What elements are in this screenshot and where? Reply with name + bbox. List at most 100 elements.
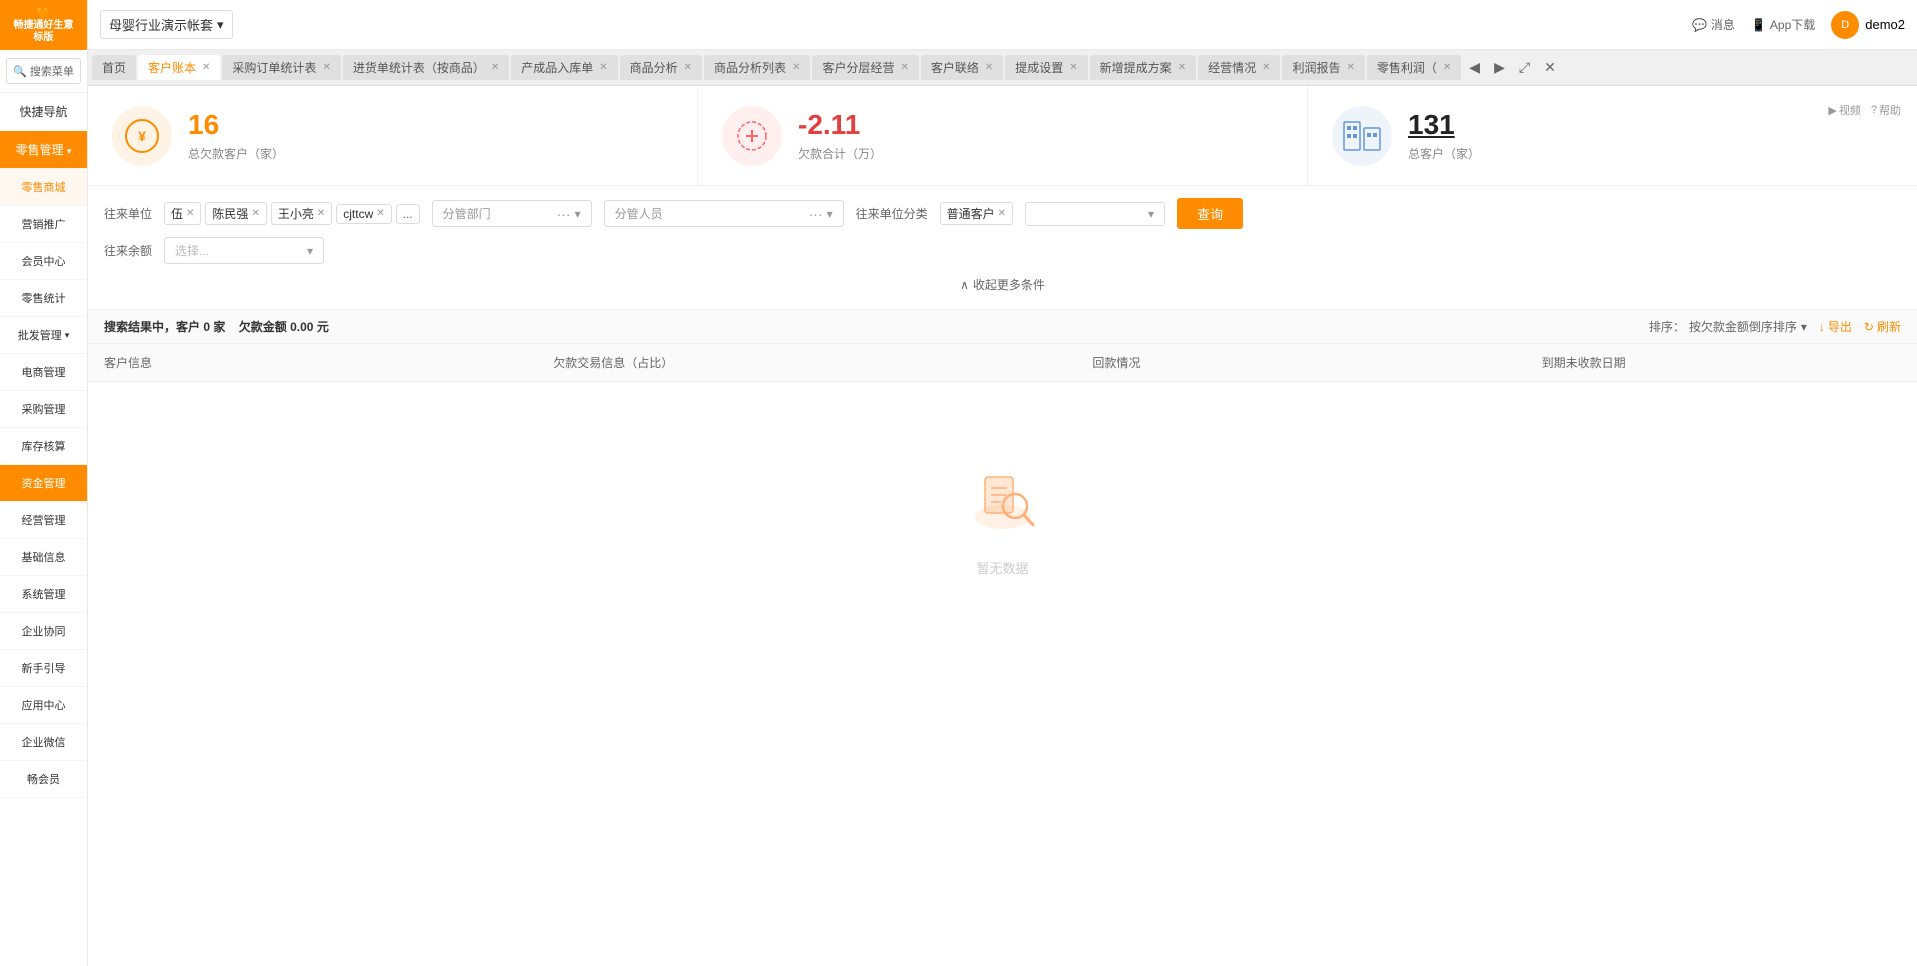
- sidebar-item-newbie[interactable]: 新手引导: [0, 650, 87, 687]
- sidebar-item-purchase[interactable]: 采购管理: [0, 391, 87, 428]
- sidebar-item-marketing[interactable]: 营销推广: [0, 206, 87, 243]
- filter-balance-label: 往来余额: [104, 242, 152, 259]
- export-icon: ↓: [1819, 320, 1825, 334]
- sidebar-item-basic[interactable]: 基础信息: [0, 539, 87, 576]
- tab-close-all[interactable]: ✕: [1538, 59, 1562, 76]
- balance-selector[interactable]: 选择... ▾: [164, 237, 324, 264]
- export-button[interactable]: ↓ 导出: [1819, 318, 1852, 335]
- search-menu-button[interactable]: 🔍 搜索菜单: [6, 58, 81, 84]
- remove-tag-wangxiaoliang[interactable]: ✕: [317, 208, 325, 219]
- close-icon[interactable]: ✕: [1262, 62, 1270, 73]
- close-icon[interactable]: ✕: [599, 62, 607, 73]
- sidebar-item-wechat[interactable]: 企业微信: [0, 724, 87, 761]
- filter-tag-chenminqiang: 陈民强 ✕: [205, 202, 266, 225]
- tab-goods-analysis[interactable]: 商品分析 ✕: [620, 55, 702, 80]
- tab-home[interactable]: 首页: [92, 55, 136, 80]
- sidebar-item-member2[interactable]: 畅会员: [0, 761, 87, 798]
- close-icon[interactable]: ✕: [491, 62, 499, 73]
- message-button[interactable]: 💬 消息: [1692, 16, 1735, 33]
- empty-state: 暂无数据: [88, 382, 1917, 657]
- tab-customer-seg[interactable]: 客户分层经营 ✕: [812, 55, 918, 80]
- stat-icon-total-customers: [1332, 106, 1392, 166]
- remove-tag-wu[interactable]: ✕: [186, 208, 194, 219]
- filter-category-label: 往来单位分类: [856, 205, 928, 222]
- person-expand-icon: ···: [809, 206, 823, 222]
- collapse-area: ∧ 收起更多条件: [104, 272, 1901, 297]
- sidebar-item-member[interactable]: 会员中心: [0, 243, 87, 280]
- table-header: 客户信息 欠款交易信息（占比） 回款情况 到期未收款日期: [88, 344, 1917, 382]
- refresh-button[interactable]: ↻ 刷新: [1864, 318, 1901, 335]
- tab-raise-setting[interactable]: 提成设置 ✕: [1005, 55, 1087, 80]
- sidebar-item-operation[interactable]: 经营管理: [0, 502, 87, 539]
- tabbar: 首页 客户账本 ✕ 采购订单统计表 ✕ 进货单统计表（按商品） ✕ 产成品入库单…: [88, 50, 1917, 86]
- sidebar-item-system[interactable]: 系统管理: [0, 576, 87, 613]
- close-icon[interactable]: ✕: [202, 62, 210, 73]
- app-download-button[interactable]: 📱 App下载: [1751, 16, 1815, 33]
- topbar-right: 💬 消息 📱 App下载 D demo2: [1692, 11, 1905, 39]
- dept-selector[interactable]: 分管部门 ··· ▾: [432, 200, 592, 227]
- collapse-button[interactable]: ∧ 收起更多条件: [948, 272, 1057, 297]
- sidebar-item-finance[interactable]: 资金管理: [0, 465, 87, 502]
- tab-customer-contact[interactable]: 客户联络 ✕: [921, 55, 1003, 80]
- tab-purchase-order[interactable]: 采购订单统计表 ✕: [222, 55, 340, 80]
- video-icon: ▶: [1828, 104, 1836, 117]
- sidebar-item-ecom[interactable]: 电商管理: [0, 354, 87, 391]
- stat-info-total-customers: 131 总客户（家）: [1408, 109, 1480, 162]
- close-icon[interactable]: ✕: [985, 62, 993, 73]
- close-icon[interactable]: ✕: [322, 62, 330, 73]
- close-icon[interactable]: ✕: [684, 62, 692, 73]
- tab-scroll-left[interactable]: ◀: [1463, 59, 1486, 76]
- sidebar-item-retail[interactable]: 零售管理 ▾: [0, 131, 87, 169]
- tab-retail-profit[interactable]: 零售利润（ ✕: [1367, 55, 1461, 80]
- sidebar-item-batch[interactable]: 批发管理▾: [0, 317, 87, 354]
- close-icon[interactable]: ✕: [1443, 62, 1451, 73]
- remove-tag-chenminqiang[interactable]: ✕: [251, 208, 259, 219]
- tab-operation[interactable]: 经营情况 ✕: [1198, 55, 1280, 80]
- tab-customer-ledger[interactable]: 客户账本 ✕: [138, 55, 220, 80]
- company-selector[interactable]: 母婴行业演示帐套 ▾: [100, 10, 233, 39]
- sidebar-item-inventory[interactable]: 库存核算: [0, 428, 87, 465]
- close-icon[interactable]: ✕: [1347, 62, 1355, 73]
- sort-selector[interactable]: 排序： 按欠款金额倒序排序 ▾: [1649, 318, 1807, 335]
- stat-info-debt: 16 总欠款客户（家）: [188, 109, 284, 162]
- tab-new-raise[interactable]: 新增提成方案 ✕: [1090, 55, 1196, 80]
- tab-goods-analysis-list[interactable]: 商品分析列表 ✕: [704, 55, 810, 80]
- sidebar-item-retail-stat[interactable]: 零售统计: [0, 280, 87, 317]
- sidebar-item-corp[interactable]: 企业协同: [0, 613, 87, 650]
- message-icon: 💬: [1692, 18, 1707, 32]
- tab-stock-stat[interactable]: 进货单统计表（按商品） ✕: [343, 55, 509, 80]
- chevron-down-icon: ▾: [1148, 207, 1154, 221]
- filter-area: 往来单位 伍 ✕ 陈民强 ✕ 王小亮 ✕ cjttcw: [88, 186, 1917, 310]
- stat-card-total-debt: -2.11 欠款合计（万）: [698, 86, 1308, 185]
- tab-cost-in[interactable]: 产成品入库单 ✕: [511, 55, 617, 80]
- filter-tag-cjttcw: cjttcw ✕: [336, 204, 391, 224]
- sidebar-item-quick-nav[interactable]: 快捷导航: [0, 93, 87, 131]
- remove-tag-common-customer[interactable]: ✕: [998, 208, 1006, 219]
- result-info: 搜索结果中，客户 0 家 欠款金额 0.00 元: [104, 318, 329, 335]
- stat-label-total-debt: 欠款合计（万）: [798, 145, 882, 162]
- user-profile[interactable]: D demo2: [1831, 11, 1905, 39]
- text-help-button[interactable]: ? 帮助: [1871, 102, 1901, 118]
- category-selector[interactable]: ▾: [1025, 202, 1165, 226]
- tab-maximize[interactable]: ⤢: [1513, 59, 1536, 76]
- chevron-down-icon: ▾: [65, 330, 70, 341]
- svg-text:¥: ¥: [138, 128, 146, 144]
- close-icon[interactable]: ✕: [900, 62, 908, 73]
- remove-tag-cjttcw[interactable]: ✕: [376, 208, 384, 219]
- close-icon[interactable]: ✕: [1069, 62, 1077, 73]
- close-icon[interactable]: ✕: [792, 62, 800, 73]
- stat-info-total-debt: -2.11 欠款合计（万）: [798, 109, 882, 162]
- tab-profit-report[interactable]: 利润报告 ✕: [1282, 55, 1364, 80]
- logo-icon: 🧡: [36, 6, 51, 20]
- filter-tag-more[interactable]: ...: [396, 204, 420, 224]
- person-selector[interactable]: 分管人员 ··· ▾: [604, 200, 844, 227]
- company-name: 母婴行业演示帐套: [109, 15, 213, 34]
- stat-value-total-customers: 131: [1408, 109, 1480, 141]
- close-icon[interactable]: ✕: [1178, 62, 1186, 73]
- sidebar-item-appstore[interactable]: 应用中心: [0, 687, 87, 724]
- sidebar-item-retail-shop[interactable]: 零售商城: [0, 169, 87, 206]
- video-help-button[interactable]: ▶ 视频: [1828, 102, 1860, 118]
- query-button[interactable]: 查询: [1177, 198, 1243, 229]
- filter-tag-wangxiaoliang: 王小亮 ✕: [271, 202, 332, 225]
- tab-scroll-right[interactable]: ▶: [1488, 59, 1511, 76]
